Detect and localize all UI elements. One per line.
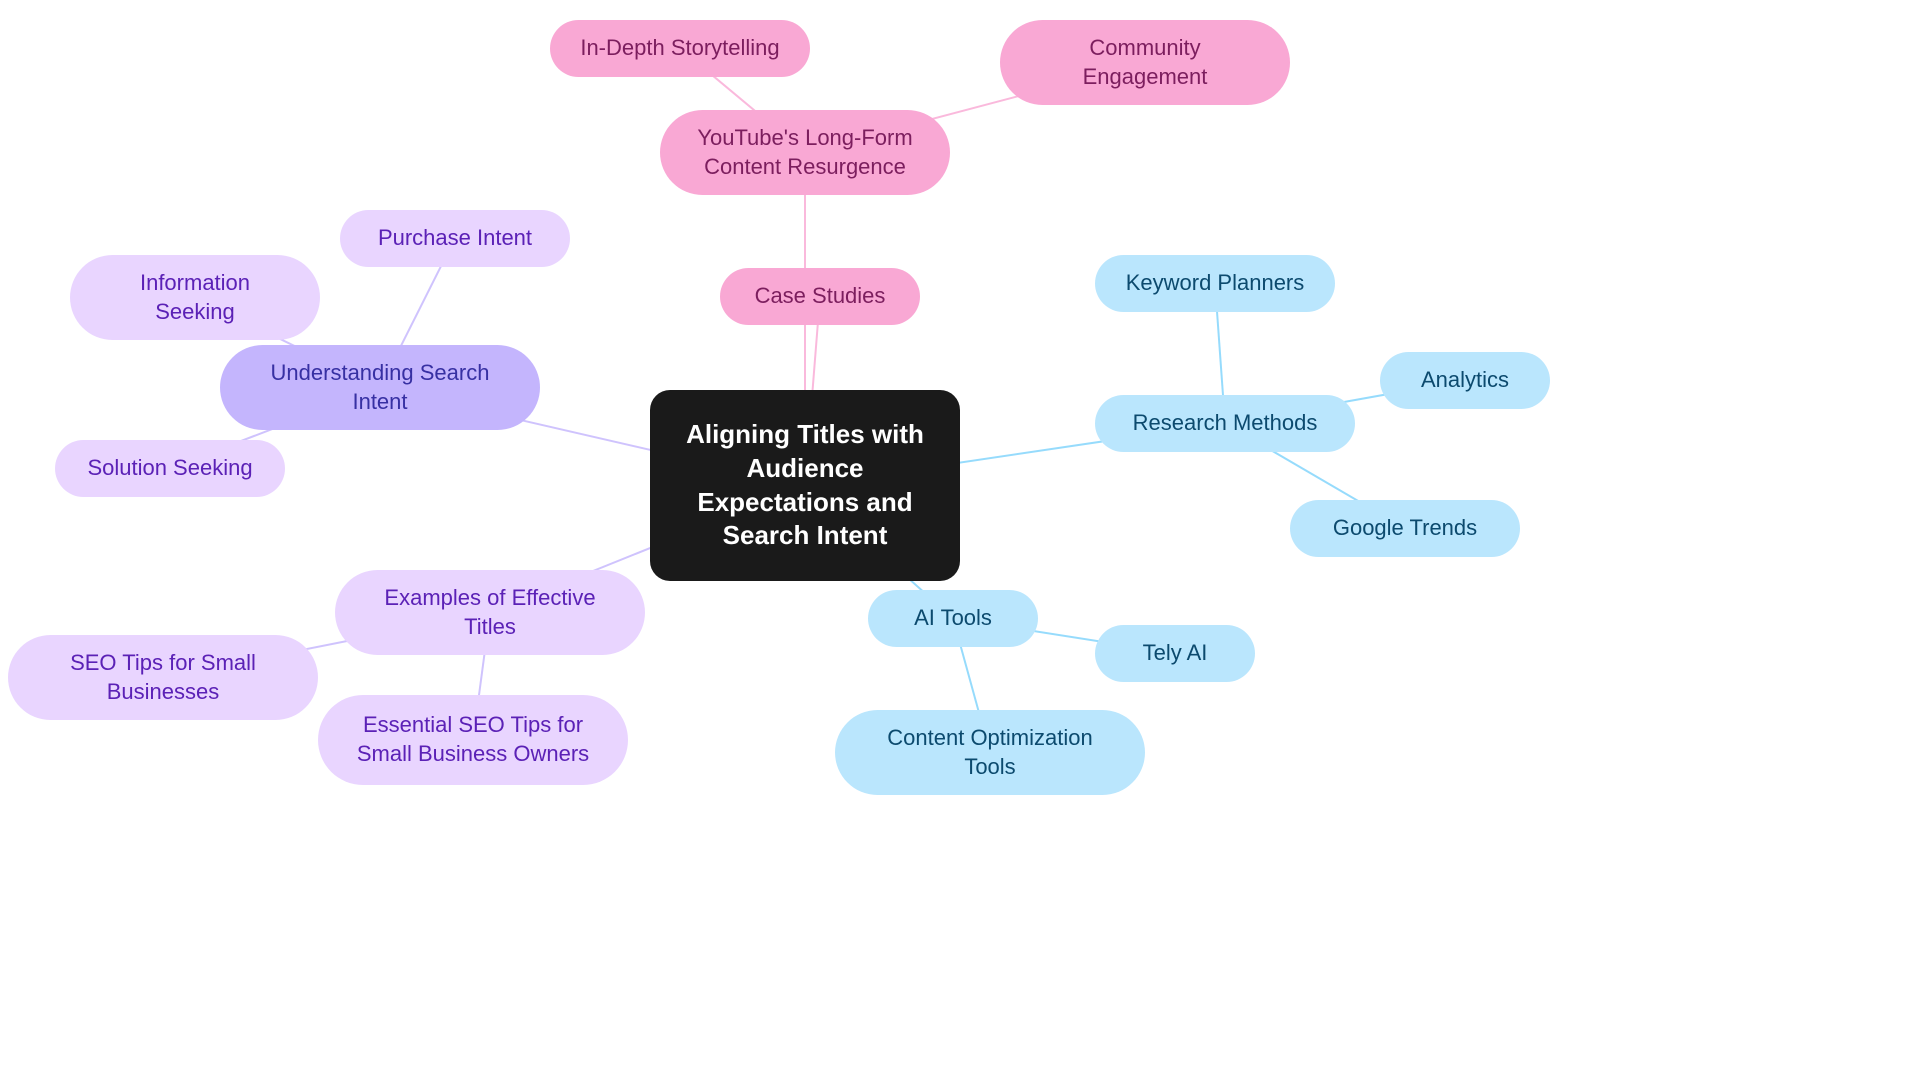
understanding-search-intent-label: Understanding Search Intent <box>248 359 512 416</box>
google-trends-label: Google Trends <box>1333 514 1477 543</box>
google-trends-node: Google Trends <box>1290 500 1520 557</box>
examples-effective-titles-label: Examples of Effective Titles <box>363 584 617 641</box>
in-depth-storytelling-node: In-Depth Storytelling <box>550 20 810 77</box>
seo-tips-small-business-node: SEO Tips for Small Businesses <box>8 635 318 720</box>
analytics-label: Analytics <box>1421 366 1509 395</box>
content-optimization-tools-node: Content Optimization Tools <box>835 710 1145 795</box>
analytics-node: Analytics <box>1380 352 1550 409</box>
case-studies-label: Case Studies <box>755 282 886 311</box>
youtube-longform-node: YouTube's Long-Form Content Resurgence <box>660 110 950 195</box>
case-studies-node: Case Studies <box>720 268 920 325</box>
purchase-intent-node: Purchase Intent <box>340 210 570 267</box>
ai-tools-label: AI Tools <box>914 604 992 633</box>
purchase-intent-label: Purchase Intent <box>378 224 532 253</box>
keyword-planners-label: Keyword Planners <box>1126 269 1305 298</box>
research-methods-node: Research Methods <box>1095 395 1355 452</box>
center-node: Aligning Titles with Audience Expectatio… <box>650 390 960 581</box>
solution-seeking-label: Solution Seeking <box>87 454 252 483</box>
content-optimization-tools-label: Content Optimization Tools <box>863 724 1117 781</box>
ai-tools-node: AI Tools <box>868 590 1038 647</box>
essential-seo-tips-label: Essential SEO Tips for Small Business Ow… <box>346 711 600 768</box>
information-seeking-node: Information Seeking <box>70 255 320 340</box>
solution-seeking-node: Solution Seeking <box>55 440 285 497</box>
tely-ai-label: Tely AI <box>1143 639 1208 668</box>
community-engagement-node: Community Engagement <box>1000 20 1290 105</box>
youtube-longform-label: YouTube's Long-Form Content Resurgence <box>688 124 922 181</box>
tely-ai-node: Tely AI <box>1095 625 1255 682</box>
examples-effective-titles-node: Examples of Effective Titles <box>335 570 645 655</box>
center-label: Aligning Titles with Audience Expectatio… <box>680 418 930 553</box>
information-seeking-label: Information Seeking <box>98 269 292 326</box>
understanding-search-intent-node: Understanding Search Intent <box>220 345 540 430</box>
research-methods-label: Research Methods <box>1133 409 1318 438</box>
keyword-planners-node: Keyword Planners <box>1095 255 1335 312</box>
seo-tips-small-business-label: SEO Tips for Small Businesses <box>36 649 290 706</box>
in-depth-storytelling-label: In-Depth Storytelling <box>580 34 779 63</box>
essential-seo-tips-node: Essential SEO Tips for Small Business Ow… <box>318 695 628 785</box>
community-engagement-label: Community Engagement <box>1028 34 1262 91</box>
